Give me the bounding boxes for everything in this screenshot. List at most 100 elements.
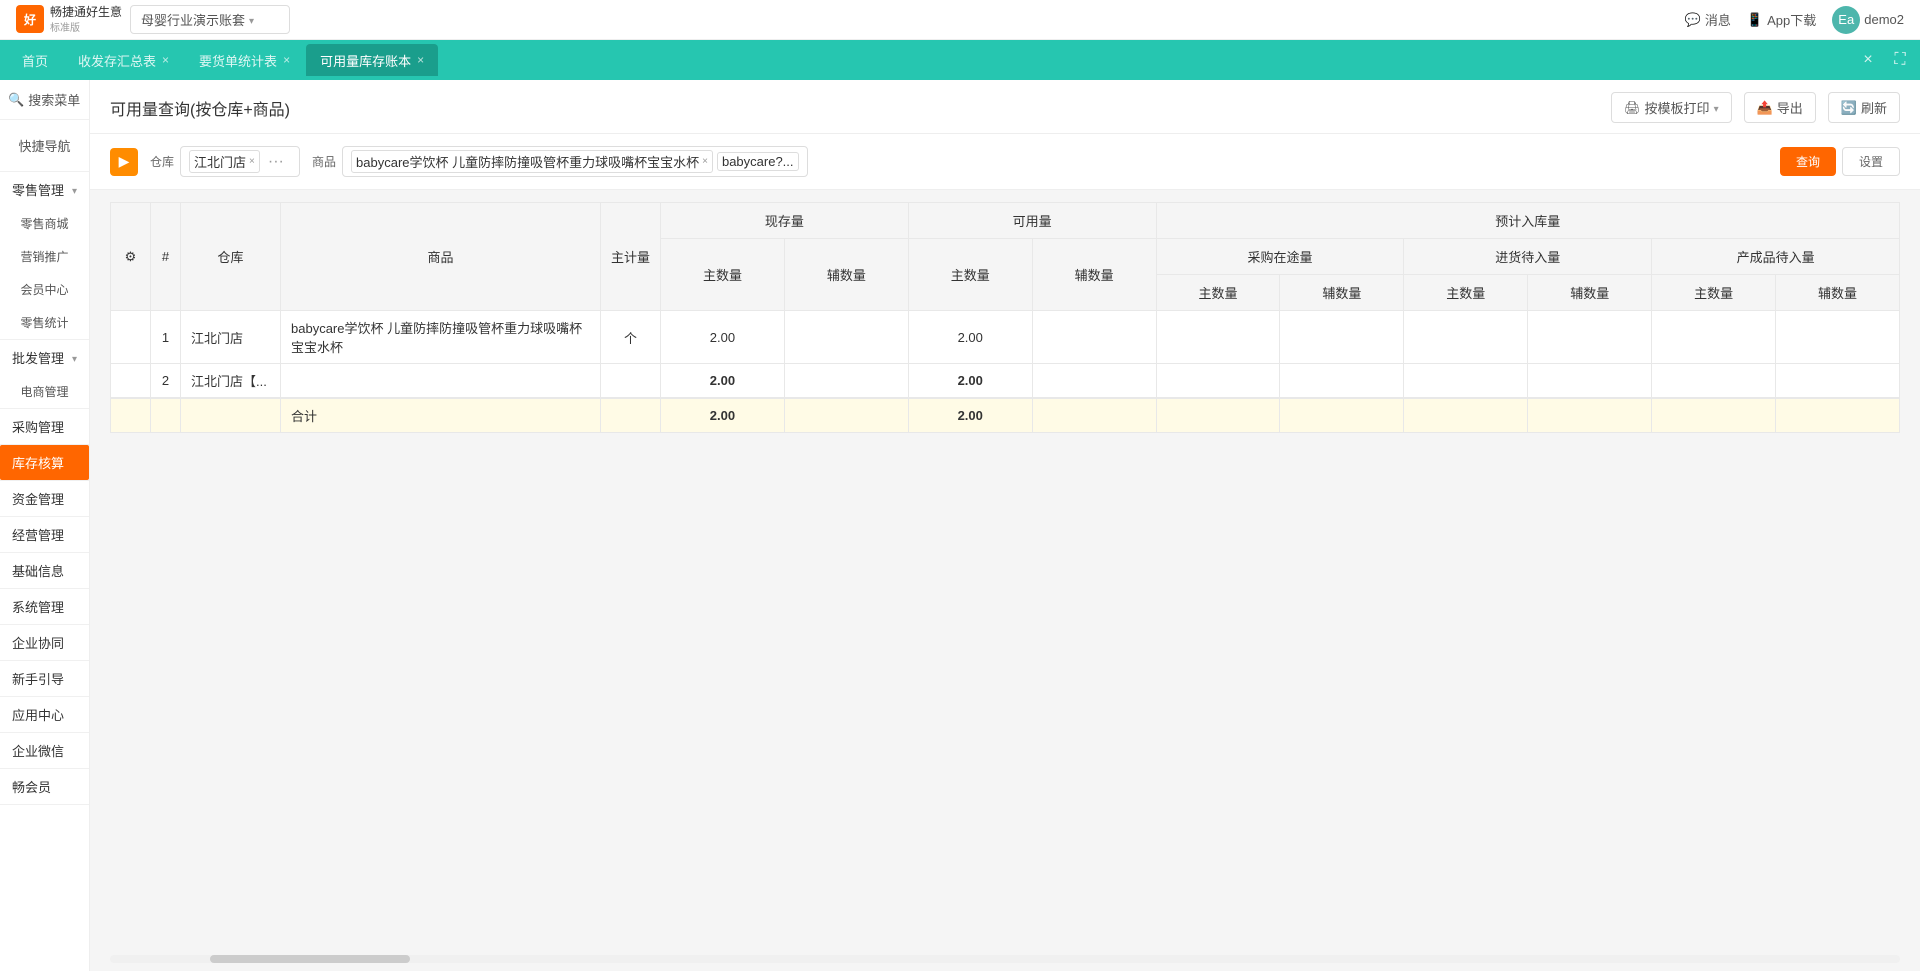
sidebar-item-marketing[interactable]: 营销推广 bbox=[0, 240, 89, 273]
row1-warehouse: 江北门店 bbox=[181, 311, 281, 364]
gear-icon[interactable]: ⚙ bbox=[125, 249, 137, 264]
sidebar-search[interactable]: 🔍 搜索菜单 bbox=[0, 80, 89, 120]
set-btn[interactable]: 设置 bbox=[1842, 147, 1900, 176]
refresh-label: 刷新 bbox=[1861, 98, 1887, 117]
sidebar-item-retail-mall[interactable]: 零售商城 bbox=[0, 207, 89, 240]
warehouse-tag-close[interactable]: × bbox=[249, 156, 255, 167]
export-icon: 📤 bbox=[1757, 100, 1773, 116]
sidebar-appstore-label: 应用中心 bbox=[12, 705, 64, 724]
query-btn[interactable]: 查询 bbox=[1780, 147, 1836, 176]
tab-receipt-close[interactable]: × bbox=[162, 53, 169, 67]
sidebar-newbie-header[interactable]: 新手引导 bbox=[0, 661, 89, 696]
sidebar-retail-header[interactable]: 零售管理 bbox=[0, 172, 89, 207]
summary-label: 合计 bbox=[281, 398, 601, 433]
print-icon: 🖨 bbox=[1624, 100, 1641, 116]
sidebar-appstore-header[interactable]: 应用中心 bbox=[0, 697, 89, 732]
col-forecast-header: 预计入库量 bbox=[1156, 203, 1899, 239]
download-label: App下载 bbox=[1767, 10, 1816, 29]
col-gear-header: ⚙ bbox=[111, 203, 151, 311]
scrollbar-thumb[interactable] bbox=[210, 955, 410, 963]
sidebar-inventory-label: 库存核算 bbox=[12, 453, 64, 472]
top-bar-right: 💬 消息 📱 App下载 Ea demo2 bbox=[1685, 6, 1904, 34]
tenant-selector[interactable]: 母婴行业演示账套 bbox=[130, 5, 290, 34]
sidebar-section-member: 畅会员 bbox=[0, 769, 89, 805]
row2-incoming-aux bbox=[1528, 364, 1652, 399]
tab-requisition[interactable]: 要货单统计表 × bbox=[185, 44, 304, 76]
sidebar-item-retail-stats[interactable]: 零售统计 bbox=[0, 306, 89, 339]
sidebar-section-enterprise: 企业协同 bbox=[0, 625, 89, 661]
row1-index: 1 bbox=[151, 311, 181, 364]
message-label: 消息 bbox=[1705, 10, 1731, 29]
print-btn[interactable]: 🖨 按模板打印 bbox=[1611, 92, 1732, 123]
close-all-btn[interactable]: × bbox=[1856, 48, 1880, 72]
main-layout: 🔍 搜索菜单 快捷导航 零售管理 零售商城 营销推广 会员中心 零售统计 批发管… bbox=[0, 80, 1920, 971]
tab-home-label: 首页 bbox=[22, 51, 48, 70]
tab-available[interactable]: 可用量库存账本 × bbox=[306, 44, 438, 76]
sidebar-wholesale-header[interactable]: 批发管理 bbox=[0, 340, 89, 375]
refresh-icon: 🔄 bbox=[1841, 100, 1857, 116]
horizontal-scrollbar[interactable] bbox=[110, 955, 1900, 963]
export-btn[interactable]: 📤 导出 bbox=[1744, 92, 1816, 123]
sidebar-purchase-header[interactable]: 采购管理 bbox=[0, 409, 89, 444]
table-area: ⚙ # 仓库 商品 主计量 现存量 可用量 预计入库量 主数量 辅数量 主数量 bbox=[90, 190, 1920, 955]
page-title: 可用量查询(按仓库+商品) bbox=[110, 96, 290, 120]
sidebar-member-label: 畅会员 bbox=[12, 777, 51, 796]
product-filter-field: 商品 babycare学饮杯 儿童防摔防撞吸管杯重力球吸嘴杯宝宝水杯 × bab… bbox=[312, 146, 808, 177]
product-tag-babycare2[interactable]: babycare?... bbox=[717, 152, 799, 171]
summary-index bbox=[151, 398, 181, 433]
sidebar-section-basic: 基础信息 bbox=[0, 553, 89, 589]
summary-incoming-main bbox=[1404, 398, 1528, 433]
sidebar-enterprise-header[interactable]: 企业协同 bbox=[0, 625, 89, 660]
tab-receipt[interactable]: 收发存汇总表 × bbox=[64, 44, 183, 76]
tab-available-close[interactable]: × bbox=[417, 53, 424, 67]
sidebar-section-purchase: 采购管理 bbox=[0, 409, 89, 445]
summary-available-main: 2.00 bbox=[908, 398, 1032, 433]
app-download-btn[interactable]: 📱 App下载 bbox=[1747, 10, 1816, 29]
warehouse-tag-container[interactable]: 江北门店 × ··· bbox=[180, 146, 300, 177]
tab-requisition-close[interactable]: × bbox=[283, 53, 290, 67]
sidebar-item-quicknav[interactable]: 快捷导航 bbox=[0, 128, 89, 163]
message-btn[interactable]: 💬 消息 bbox=[1685, 10, 1731, 29]
product-tag-container[interactable]: babycare学饮杯 儿童防摔防撞吸管杯重力球吸嘴杯宝宝水杯 × babyca… bbox=[342, 146, 807, 177]
sidebar-operations-header[interactable]: 经营管理 bbox=[0, 517, 89, 552]
sidebar-basic-header[interactable]: 基础信息 bbox=[0, 553, 89, 588]
page-header: 可用量查询(按仓库+商品) 🖨 按模板打印 📤 导出 🔄 刷新 bbox=[90, 80, 1920, 134]
table-row: 2 江北门店【... 2.00 2.00 bbox=[111, 364, 1900, 399]
export-label: 导出 bbox=[1777, 98, 1803, 117]
summary-incoming-aux bbox=[1528, 398, 1652, 433]
warehouse-tag-jingbei[interactable]: 江北门店 × bbox=[189, 150, 260, 173]
sidebar-retail-label: 零售管理 bbox=[12, 180, 64, 199]
product-tag-text: babycare学饮杯 儿童防摔防撞吸管杯重力球吸嘴杯宝宝水杯 bbox=[356, 152, 699, 171]
sidebar-system-header[interactable]: 系统管理 bbox=[0, 589, 89, 624]
row2-stock-main: 2.00 bbox=[661, 364, 785, 399]
warehouse-filter-field: 仓库 江北门店 × ··· bbox=[150, 146, 300, 177]
sidebar-wecom-header[interactable]: 企业微信 bbox=[0, 733, 89, 768]
row2-gear bbox=[111, 364, 151, 399]
summary-warehouse bbox=[181, 398, 281, 433]
row1-gear bbox=[111, 311, 151, 364]
sidebar-member-header[interactable]: 畅会员 bbox=[0, 769, 89, 804]
summary-production-main bbox=[1652, 398, 1776, 433]
product-tag-close-1[interactable]: × bbox=[702, 156, 708, 167]
row1-purchase-main bbox=[1156, 311, 1280, 364]
expand-btn[interactable]: ⛶ bbox=[1888, 48, 1912, 72]
print-dropdown-icon bbox=[1714, 100, 1719, 115]
user-profile[interactable]: Ea demo2 bbox=[1832, 6, 1904, 34]
row1-stock-aux bbox=[784, 311, 908, 364]
sidebar-item-ecom[interactable]: 电商管理 bbox=[0, 375, 89, 408]
sidebar-finance-header[interactable]: 资金管理 bbox=[0, 481, 89, 516]
refresh-btn[interactable]: 🔄 刷新 bbox=[1828, 92, 1900, 123]
col-purchase-main-header: 主数量 bbox=[1156, 275, 1280, 311]
sidebar-wholesale-label: 批发管理 bbox=[12, 348, 64, 367]
tab-home[interactable]: 首页 bbox=[8, 44, 62, 76]
summary-purchase-main bbox=[1156, 398, 1280, 433]
sidebar-inventory-header[interactable]: 库存核算 bbox=[0, 445, 89, 480]
warehouse-more-btn[interactable]: ··· bbox=[264, 153, 288, 171]
col-stock-aux-header: 辅数量 bbox=[784, 239, 908, 311]
sidebar-item-member-center[interactable]: 会员中心 bbox=[0, 273, 89, 306]
sidebar-basic-label: 基础信息 bbox=[12, 561, 64, 580]
sidebar-nav: 快捷导航 bbox=[0, 120, 89, 172]
tenant-dropdown-icon bbox=[249, 12, 254, 27]
product-tag-babycare[interactable]: babycare学饮杯 儿童防摔防撞吸管杯重力球吸嘴杯宝宝水杯 × bbox=[351, 150, 713, 173]
filter-toggle-btn[interactable]: ▶ bbox=[110, 148, 138, 176]
